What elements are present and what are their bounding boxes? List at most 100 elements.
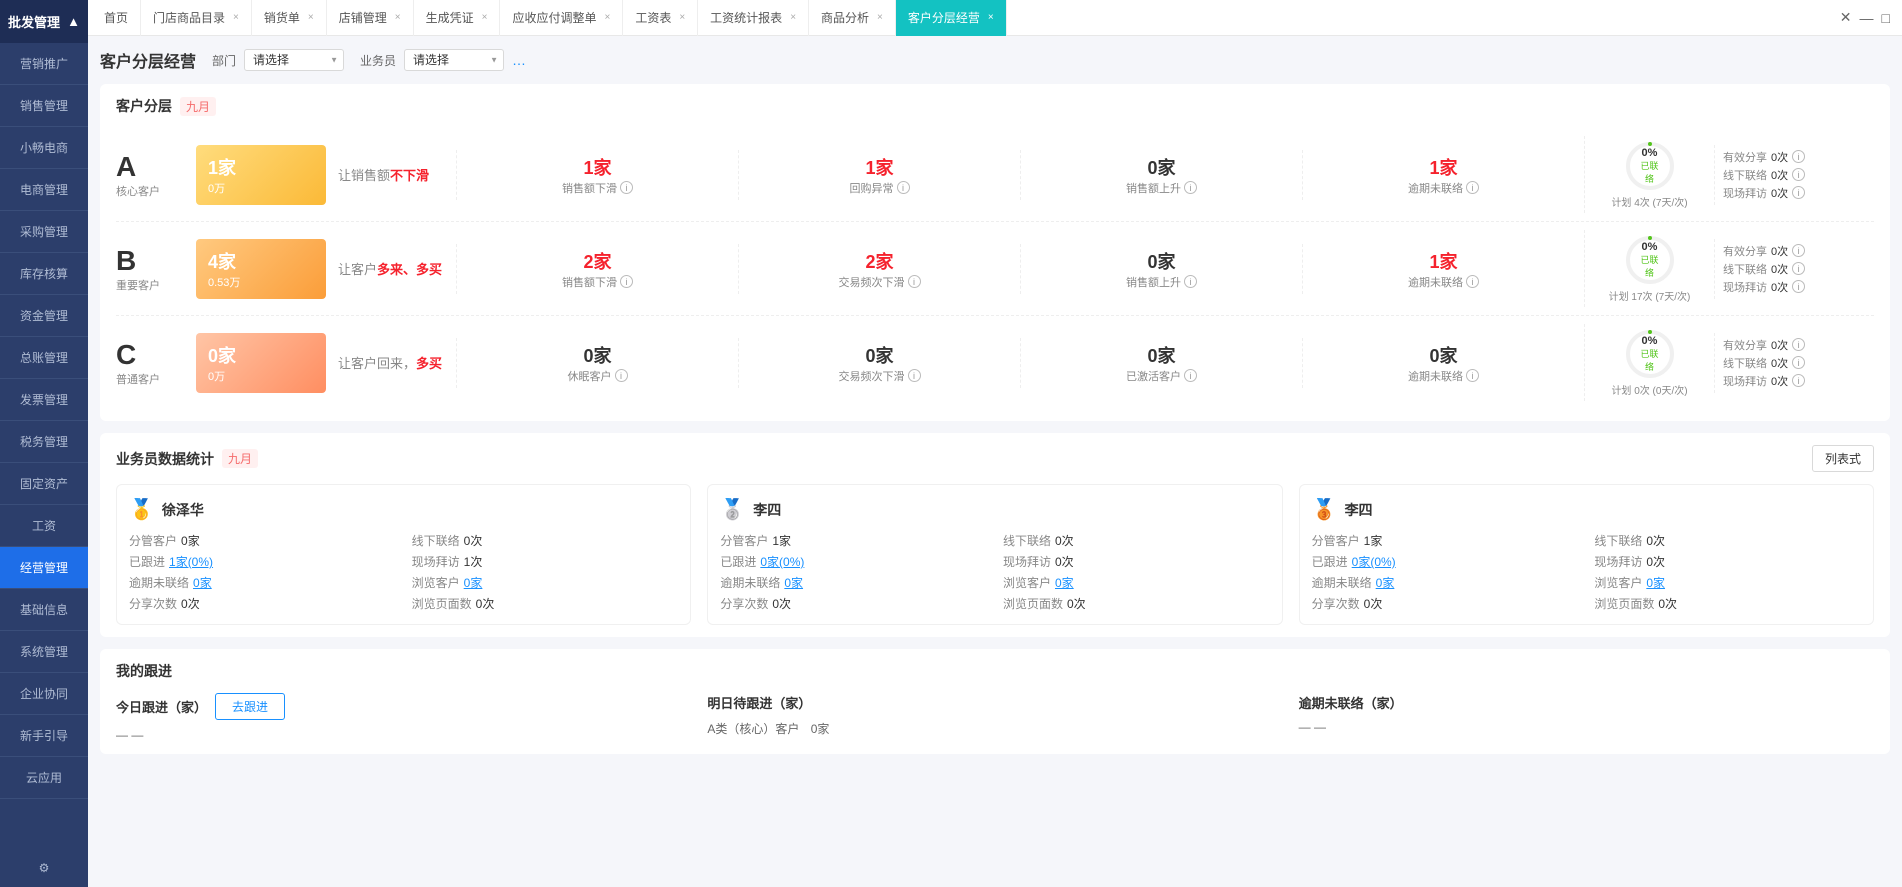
sidebar-item-7[interactable]: 总账管理: [0, 337, 88, 379]
circle-cell-C: 0% 已联络 计划 0次 (0天/次): [1584, 324, 1714, 401]
maximize-icon[interactable]: □: [1882, 10, 1890, 26]
sidebar-item-2[interactable]: 小畅电商: [0, 127, 88, 169]
info-icon-2-3[interactable]: i: [1466, 369, 1479, 382]
side-stat-row-0-2: 现场拜访 0次 i: [1723, 185, 1866, 201]
sidebar-item-3[interactable]: 电商管理: [0, 169, 88, 211]
staff-card-2: 🥉 李四 分管客户 1家 线下联络 0次 已跟进 0家(0%): [1299, 484, 1874, 625]
close-icon[interactable]: ✕: [1840, 9, 1852, 26]
tab-item-8[interactable]: 商品分析×: [809, 0, 896, 36]
tab-close-5[interactable]: ×: [604, 0, 610, 36]
sidebar-item-10[interactable]: 固定资产: [0, 463, 88, 505]
stat-cell-1-0: 2家 销售额下滑 i: [456, 244, 738, 294]
staff-stats-header: 业务员数据统计 九月 列表式: [116, 445, 1874, 472]
staff-stat-row-1-6: 分享次数 0次: [720, 595, 987, 612]
tier-stats-C: 0家 休眠客户 i 0家 交易频次下滑 i 0家 已激活客户 i 0家 逾期未联…: [456, 338, 1584, 388]
staff-stat-row-0-2: 已跟进 1家(0%): [129, 553, 396, 570]
salesman-select-wrap: 请选择: [404, 49, 504, 71]
sidebar-item-9[interactable]: 税务管理: [0, 421, 88, 463]
info-icon-0-3[interactable]: i: [1466, 181, 1479, 194]
minus-icon[interactable]: —: [1860, 10, 1874, 26]
tab-item-4[interactable]: 生成凭证×: [414, 0, 501, 36]
info-icon-1-0[interactable]: i: [620, 275, 633, 288]
page-header: 客户分层经营 部门 请选择 业务员 请选择 …: [100, 48, 1890, 72]
info-icon-1-2[interactable]: i: [1184, 275, 1197, 288]
tab-close-1[interactable]: ×: [233, 0, 239, 36]
staff-stat-row-1-5: 浏览客户 0家: [1003, 574, 1270, 591]
dept-select[interactable]: 请选择: [244, 49, 344, 71]
info-icon-0-2[interactable]: i: [1184, 181, 1197, 194]
sidebar-item-15[interactable]: 企业协同: [0, 673, 88, 715]
tab-item-5[interactable]: 应收应付调整单×: [500, 0, 623, 36]
staff-stats-title: 业务员数据统计: [116, 449, 214, 469]
info-icon-2-2[interactable]: i: [1184, 369, 1197, 382]
side-info-icon-1-1[interactable]: i: [1792, 262, 1805, 275]
sidebar-item-4[interactable]: 采购管理: [0, 211, 88, 253]
stat-cell-2-1: 0家 交易频次下滑 i: [738, 338, 1020, 388]
customer-tier-title: 客户分层: [116, 96, 172, 116]
side-info-icon-1-0[interactable]: i: [1792, 244, 1805, 257]
staff-stat-row-1-2: 已跟进 0家(0%): [720, 553, 987, 570]
side-info-icon-2-2[interactable]: i: [1792, 374, 1805, 387]
tab-close-3[interactable]: ×: [395, 0, 401, 36]
sidebar-item-6[interactable]: 资金管理: [0, 295, 88, 337]
sidebar-item-11[interactable]: 工资: [0, 505, 88, 547]
tier-row-B: B 重要客户 4家 0.53万 让客户多来、多买 2家 销售额下滑 i 2家 交…: [116, 222, 1874, 316]
side-info-icon-2-0[interactable]: i: [1792, 338, 1805, 351]
info-icon-1-3[interactable]: i: [1466, 275, 1479, 288]
sidebar-toggle-icon[interactable]: ▲: [67, 14, 80, 29]
go-followup-btn[interactable]: 去跟进: [215, 693, 285, 720]
salesman-select[interactable]: 请选择: [404, 49, 504, 71]
info-icon-2-0[interactable]: i: [615, 369, 628, 382]
tab-close-7[interactable]: ×: [790, 0, 796, 36]
side-info-icon-0-1[interactable]: i: [1792, 168, 1805, 181]
tab-close-9[interactable]: ×: [988, 0, 994, 36]
tab-close-4[interactable]: ×: [482, 0, 488, 36]
tab-close-2[interactable]: ×: [308, 0, 314, 36]
tab-item-7[interactable]: 工资统计报表×: [698, 0, 809, 36]
sidebar-item-13[interactable]: 基础信息: [0, 589, 88, 631]
side-stats-C: 有效分享 0次 i 线下联络 0次 i 现场拜访 0次 i: [1714, 333, 1874, 393]
sidebar-item-0[interactable]: 营销推广: [0, 43, 88, 85]
tab-item-0[interactable]: 首页: [92, 0, 141, 36]
staff-name-0: 徐泽华: [162, 500, 204, 520]
tab-close-6[interactable]: ×: [679, 0, 685, 36]
sidebar-item-1[interactable]: 销售管理: [0, 85, 88, 127]
info-icon-1-1[interactable]: i: [908, 275, 921, 288]
sidebar-item-12[interactable]: 经营管理: [0, 547, 88, 589]
sidebar-item-14[interactable]: 系统管理: [0, 631, 88, 673]
sidebar-item-8[interactable]: 发票管理: [0, 379, 88, 421]
list-btn[interactable]: 列表式: [1812, 445, 1874, 472]
main-content: 首页门店商品目录×销货单×店铺管理×生成凭证×应收应付调整单×工资表×工资统计报…: [88, 0, 1902, 887]
sidebar-header[interactable]: 批发管理 ▲: [0, 0, 88, 43]
staff-medal-0: 🥇: [129, 497, 154, 522]
tab-item-6[interactable]: 工资表×: [623, 0, 698, 36]
tab-close-8[interactable]: ×: [877, 0, 883, 36]
more-filter-btn[interactable]: …: [512, 52, 526, 68]
page-title: 客户分层经营: [100, 48, 196, 72]
tab-item-1[interactable]: 门店商品目录×: [141, 0, 252, 36]
side-stat-row-0-1: 线下联络 0次 i: [1723, 167, 1866, 183]
side-info-icon-0-2[interactable]: i: [1792, 186, 1805, 199]
tier-slogan-C: 让客户回来，多买: [326, 353, 456, 372]
followup-grid: 今日跟进（家） 去跟进 — — 明日待跟进（家） A类（核心）客户 0家: [116, 693, 1874, 742]
sidebar-item-5[interactable]: 库存核算: [0, 253, 88, 295]
sidebar-item-16[interactable]: 新手引导: [0, 715, 88, 757]
tab-item-9[interactable]: 客户分层经营×: [896, 0, 1007, 36]
side-info-icon-2-1[interactable]: i: [1792, 356, 1805, 369]
staff-stats-grid-0: 分管客户 0家 线下联络 0次 已跟进 1家(0%) 现场拜访 1次: [129, 532, 678, 612]
staff-header-1: 🥈 李四: [720, 497, 1269, 522]
tab-item-3[interactable]: 店铺管理×: [327, 0, 414, 36]
staff-stats-section: 业务员数据统计 九月 列表式 🥇 徐泽华 分管客户 0家 线下联络 0次: [100, 433, 1890, 637]
info-icon-0-0[interactable]: i: [620, 181, 633, 194]
staff-card-1: 🥈 李四 分管客户 1家 线下联络 0次 已跟进 0家(0%): [707, 484, 1282, 625]
staff-name-2: 李四: [1345, 500, 1373, 520]
sidebar-settings-icon[interactable]: ⚙: [0, 849, 88, 887]
sidebar-item-17[interactable]: 云应用: [0, 757, 88, 799]
tab-item-2[interactable]: 销货单×: [252, 0, 327, 36]
dept-filter-group: 部门 请选择: [212, 49, 344, 71]
side-info-icon-0-0[interactable]: i: [1792, 150, 1805, 163]
staff-stat-row-2-1: 线下联络 0次: [1594, 532, 1861, 549]
info-icon-2-1[interactable]: i: [908, 369, 921, 382]
side-info-icon-1-2[interactable]: i: [1792, 280, 1805, 293]
info-icon-0-1[interactable]: i: [897, 181, 910, 194]
